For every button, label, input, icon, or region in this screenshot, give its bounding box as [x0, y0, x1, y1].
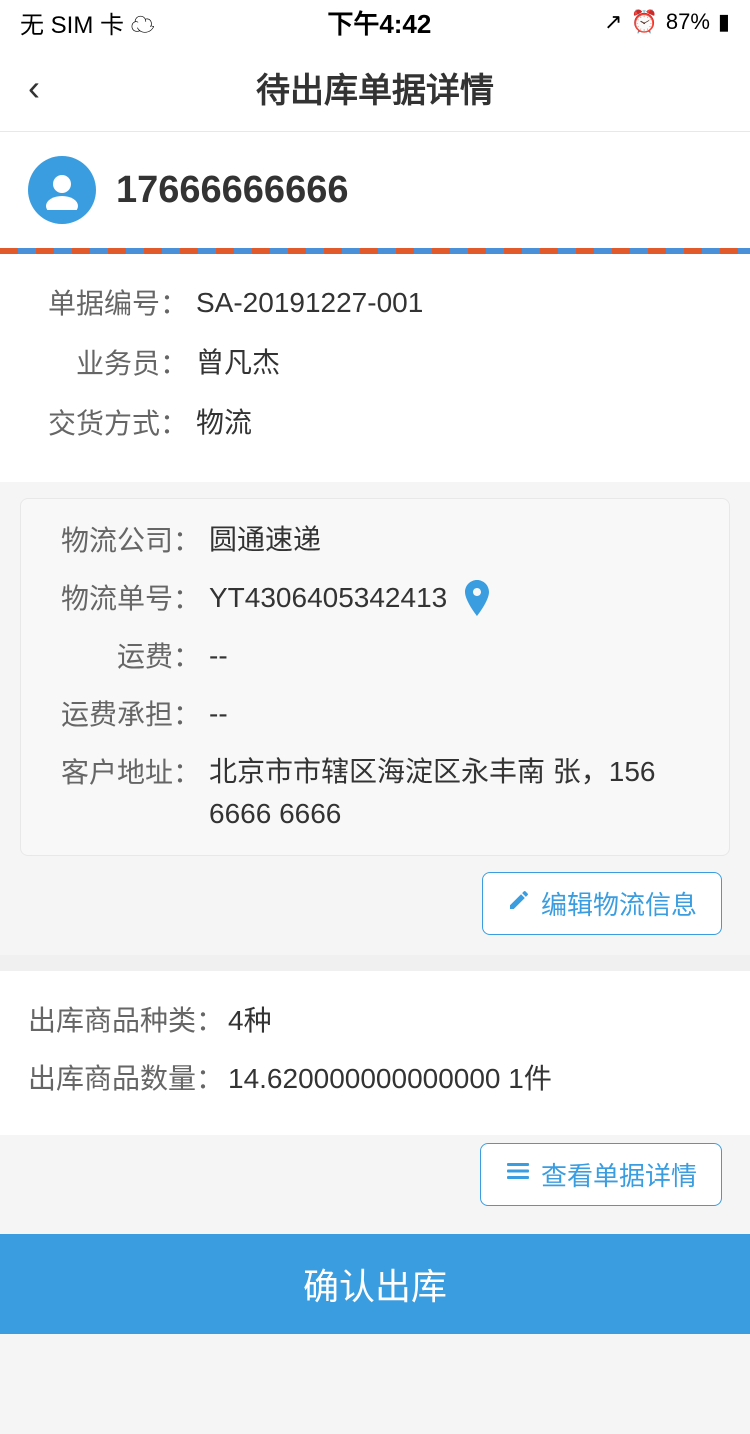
logistics-company-label: 物流公司：	[41, 519, 201, 559]
address-row: 客户地址： 北京市市辖区海淀区永丰南 张，156 6666 6666	[41, 751, 709, 835]
status-left: 无 SIM 卡 ☁	[20, 5, 155, 40]
logistics-card: 物流公司： 圆通速递 物流单号： YT4306405342413 运费： -- …	[20, 498, 730, 856]
tracking-location-icon[interactable]	[459, 580, 495, 616]
order-info-section: 单据编号： SA-20191227-001 业务员： 曾凡杰 交货方式： 物流	[0, 254, 750, 482]
logistics-tracking-value: YT4306405342413	[209, 577, 709, 619]
alarm-icon: ⏰	[630, 9, 657, 35]
customer-header: 17666666666	[0, 132, 750, 248]
status-time: 下午4:42	[327, 4, 431, 41]
avatar	[28, 156, 96, 224]
page-title: 待出库单据详情	[256, 63, 494, 112]
salesperson-label: 业务员：	[28, 342, 188, 382]
section-divider	[0, 955, 750, 971]
view-detail-container: 查看单据详情	[0, 1135, 750, 1234]
freight-bearer-value: --	[209, 693, 709, 735]
document-number-label: 单据编号：	[28, 282, 188, 322]
edit-logistics-button[interactable]: 编辑物流信息	[482, 872, 722, 935]
goods-quantity-label: 出库商品数量：	[28, 1057, 228, 1097]
view-detail-button[interactable]: 查看单据详情	[480, 1143, 722, 1206]
view-detail-label: 查看单据详情	[541, 1156, 697, 1193]
freight-value: --	[209, 635, 709, 677]
goods-quantity-row: 出库商品数量： 14.620000000000000 1件	[28, 1057, 722, 1097]
delivery-method-value: 物流	[196, 402, 722, 444]
freight-row: 运费： --	[41, 635, 709, 677]
freight-bearer-row: 运费承担： --	[41, 693, 709, 735]
delivery-method-label: 交货方式：	[28, 402, 188, 442]
person-icon	[42, 170, 82, 210]
document-number-row: 单据编号： SA-20191227-001	[28, 282, 722, 324]
logistics-tracking-row: 物流单号： YT4306405342413	[41, 577, 709, 619]
address-value: 北京市市辖区海淀区永丰南 张，156 6666 6666	[209, 751, 709, 835]
salesperson-row: 业务员： 曾凡杰	[28, 342, 722, 384]
location-icon: ↗	[604, 9, 622, 35]
edit-icon	[507, 888, 531, 919]
salesperson-value: 曾凡杰	[196, 342, 722, 384]
detail-icon	[505, 1159, 531, 1190]
address-label: 客户地址：	[41, 751, 201, 791]
document-number-value: SA-20191227-001	[196, 282, 722, 324]
goods-quantity-value: 14.620000000000000 1件	[228, 1057, 552, 1097]
status-bar: 无 SIM 卡 ☁ 下午4:42 ↗ ⏰ 87% ▮	[0, 0, 750, 44]
nav-bar: ‹ 待出库单据详情	[0, 44, 750, 132]
freight-bearer-label: 运费承担：	[41, 693, 201, 733]
confirm-button-label: 确认出库	[303, 1258, 447, 1310]
goods-type-row: 出库商品种类： 4种	[28, 999, 722, 1039]
freight-label: 运费：	[41, 635, 201, 675]
goods-section: 出库商品种类： 4种 出库商品数量： 14.620000000000000 1件	[0, 971, 750, 1135]
logistics-company-row: 物流公司： 圆通速递	[41, 519, 709, 561]
back-button[interactable]: ‹	[28, 67, 40, 109]
confirm-button[interactable]: 确认出库	[0, 1234, 750, 1334]
goods-type-label: 出库商品种类：	[28, 999, 228, 1039]
battery-icon: ▮	[718, 9, 730, 35]
delivery-method-row: 交货方式： 物流	[28, 402, 722, 444]
logistics-tracking-label: 物流单号：	[41, 577, 201, 617]
customer-phone: 17666666666	[116, 169, 348, 212]
sim-status: 无 SIM 卡 ☁	[20, 5, 155, 40]
edit-logistics-label: 编辑物流信息	[541, 885, 697, 922]
goods-type-value: 4种	[228, 999, 272, 1039]
logistics-company-value: 圆通速递	[209, 519, 709, 561]
status-right: ↗ ⏰ 87% ▮	[604, 9, 730, 35]
edit-logistics-container: 编辑物流信息	[0, 872, 750, 955]
battery-level: 87%	[666, 9, 710, 35]
